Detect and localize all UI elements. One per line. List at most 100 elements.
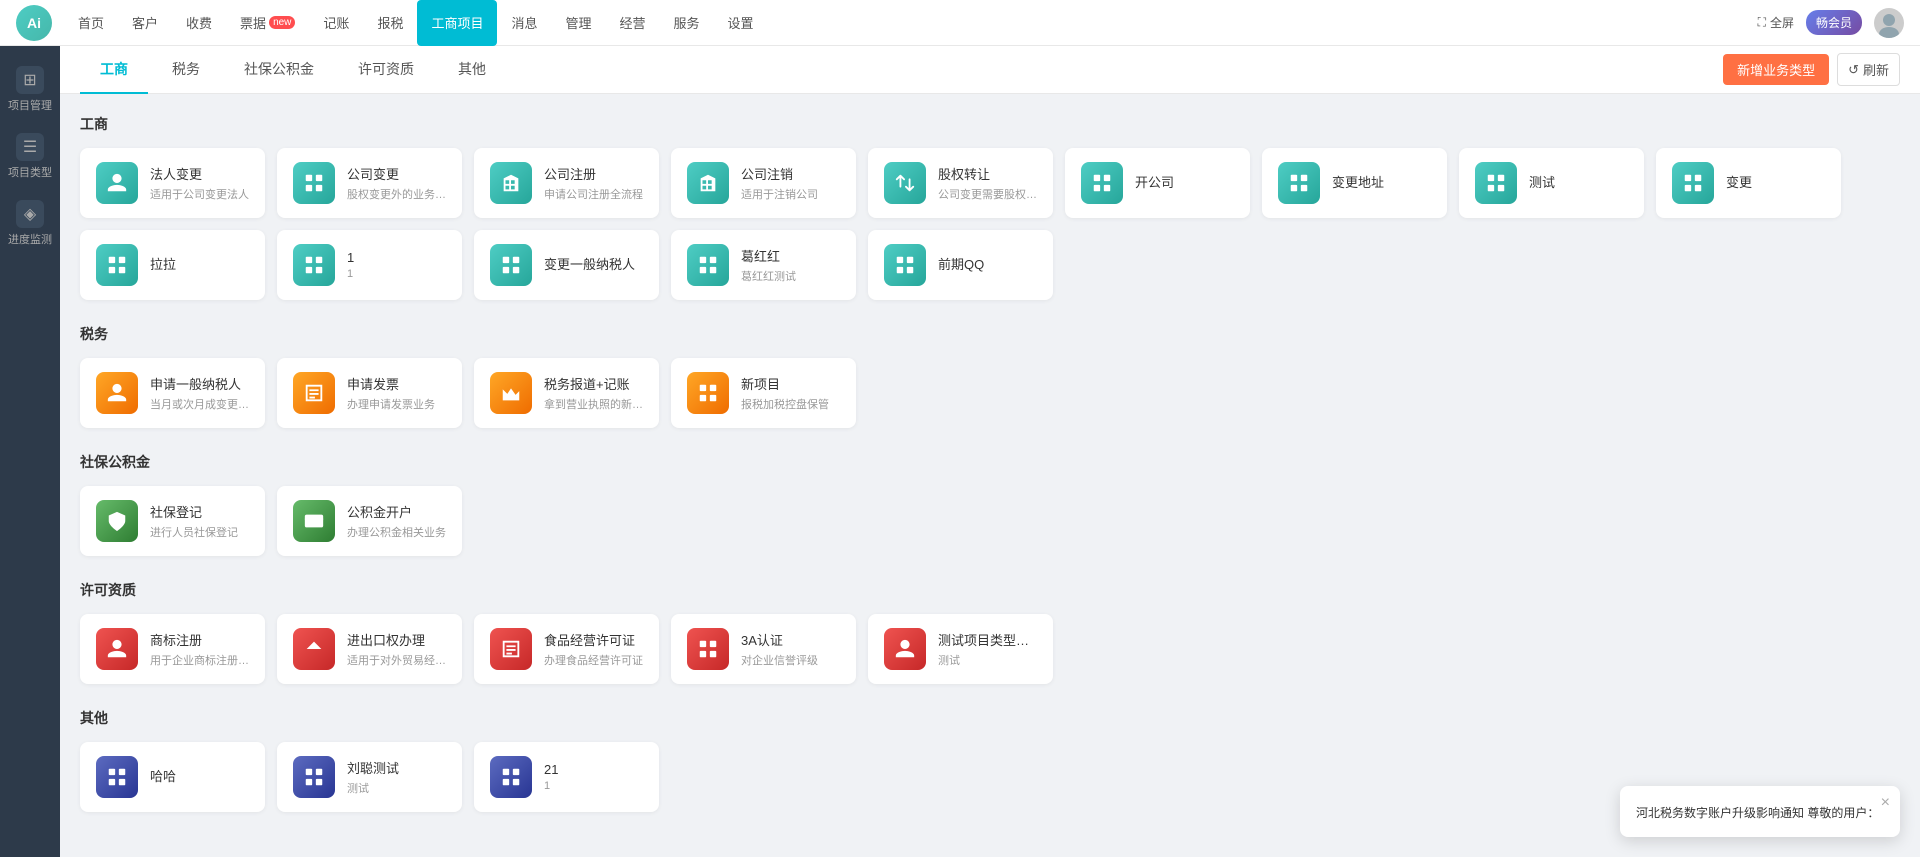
sub-nav-tabs: 工商税务社保公积金许可资质其他 xyxy=(80,46,510,94)
nav-item-工商项目[interactable]: 工商项目 xyxy=(417,0,497,46)
card-title: 葛红红 xyxy=(741,246,840,265)
card-shuiwu-1[interactable]: 申请发票 办理申请发票业务 xyxy=(277,358,462,428)
card-other-1[interactable]: 刘聪测试 测试 xyxy=(277,742,462,812)
card-info: 申请发票 办理申请发票业务 xyxy=(347,374,446,412)
nav-item-报税[interactable]: 报税 xyxy=(363,0,417,46)
card-gongshang-13[interactable]: 前期QQ xyxy=(868,230,1053,300)
nav-item-消息[interactable]: 消息 xyxy=(497,0,551,46)
card-title: 公司注销 xyxy=(741,164,840,183)
card-desc: 测试 xyxy=(938,652,1037,668)
card-zizhi-0[interactable]: 商标注册 用于企业商标注册服务 xyxy=(80,614,265,684)
card-icon xyxy=(490,628,532,670)
notification-close[interactable]: × xyxy=(1881,794,1890,812)
sidebar-icon: ☰ xyxy=(16,133,44,161)
sidebar-item-进度监测[interactable]: ◈进度监测 xyxy=(0,190,60,257)
card-title: 税务报道+记账 xyxy=(544,374,643,393)
tab-社保公积金[interactable]: 社保公积金 xyxy=(224,46,334,94)
tab-许可资质[interactable]: 许可资质 xyxy=(338,46,434,94)
card-gongshang-1[interactable]: 公司变更 股权变更外的业务变更 xyxy=(277,148,462,218)
card-title: 刘聪测试 xyxy=(347,758,446,777)
card-info: 21 1 xyxy=(544,762,643,792)
shebao-cards: 社保登记 进行人员社保登记 公积金开户 办理公积金相关业务 xyxy=(80,486,1900,556)
card-title: 变更地址 xyxy=(1332,172,1431,191)
card-gongshang-11[interactable]: 变更一般纳税人 xyxy=(474,230,659,300)
refresh-button[interactable]: ↺ 刷新 xyxy=(1837,53,1900,86)
card-icon xyxy=(1475,162,1517,204)
tab-工商[interactable]: 工商 xyxy=(80,46,148,94)
sidebar-item-项目管理[interactable]: ⊞项目管理 xyxy=(0,56,60,123)
nav-item-收费[interactable]: 收费 xyxy=(172,0,226,46)
card-info: 公司变更 股权变更外的业务变更 xyxy=(347,164,446,202)
card-icon xyxy=(490,244,532,286)
nav-item-客户[interactable]: 客户 xyxy=(118,0,172,46)
card-info: 变更一般纳税人 xyxy=(544,254,643,276)
card-info: 社保登记 进行人员社保登记 xyxy=(150,502,249,540)
card-info: 开公司 xyxy=(1135,172,1234,194)
new-type-button[interactable]: 新增业务类型 xyxy=(1723,54,1829,85)
nav-item-服务[interactable]: 服务 xyxy=(660,0,714,46)
card-gongshang-9[interactable]: 拉拉 xyxy=(80,230,265,300)
nav-item-记账[interactable]: 记账 xyxy=(309,0,363,46)
avatar[interactable] xyxy=(1874,8,1904,38)
card-icon xyxy=(490,756,532,798)
card-zizhi-4[interactable]: 测试项目类型自定义 测试 xyxy=(868,614,1053,684)
section-title-gongshang: 工商 xyxy=(80,114,1900,134)
card-desc: 办理食品经营许可证 xyxy=(544,652,643,668)
card-title: 开公司 xyxy=(1135,172,1234,191)
sidebar-item-项目类型[interactable]: ☰项目类型 xyxy=(0,123,60,190)
sidebar-icon: ⊞ xyxy=(16,66,44,94)
card-icon xyxy=(687,162,729,204)
tab-税务[interactable]: 税务 xyxy=(152,46,220,94)
card-icon xyxy=(884,162,926,204)
card-info: 拉拉 xyxy=(150,254,249,276)
card-shebao-1[interactable]: 公积金开户 办理公积金相关业务 xyxy=(277,486,462,556)
card-info: 葛红红 葛红红测试 xyxy=(741,246,840,284)
card-desc: 股权变更外的业务变更 xyxy=(347,186,446,202)
card-gongshang-2[interactable]: 公司注册 申请公司注册全流程 xyxy=(474,148,659,218)
card-icon xyxy=(96,372,138,414)
nav-item-首页[interactable]: 首页 xyxy=(64,0,118,46)
sidebar-icon: ◈ xyxy=(16,200,44,228)
sub-nav-right: 新增业务类型 ↺ 刷新 xyxy=(1723,53,1900,86)
card-gongshang-7[interactable]: 测试 xyxy=(1459,148,1644,218)
card-desc: 公司变更需要股权转让 xyxy=(938,186,1037,202)
card-other-2[interactable]: 21 1 xyxy=(474,742,659,812)
card-info: 食品经营许可证 办理食品经营许可证 xyxy=(544,630,643,668)
card-gongshang-5[interactable]: 开公司 xyxy=(1065,148,1250,218)
card-desc: 1 xyxy=(544,780,643,792)
card-other-0[interactable]: 哈哈 xyxy=(80,742,265,812)
card-gongshang-0[interactable]: 法人变更 适用于公司变更法人 xyxy=(80,148,265,218)
card-gongshang-12[interactable]: 葛红红 葛红红测试 xyxy=(671,230,856,300)
card-zizhi-1[interactable]: 进出口权办理 适用于对外贸易经营者 xyxy=(277,614,462,684)
nav-item-设置[interactable]: 设置 xyxy=(714,0,768,46)
card-zizhi-3[interactable]: 3A认证 对企业信誉评级 xyxy=(671,614,856,684)
card-icon xyxy=(293,244,335,286)
card-gongshang-4[interactable]: 股权转让 公司变更需要股权转让 xyxy=(868,148,1053,218)
fullscreen-label: 全屏 xyxy=(1770,14,1794,31)
card-gongshang-10[interactable]: 1 1 xyxy=(277,230,462,300)
card-gongshang-3[interactable]: 公司注销 适用于注销公司 xyxy=(671,148,856,218)
card-info: 公司注册 申请公司注册全流程 xyxy=(544,164,643,202)
card-zizhi-2[interactable]: 食品经营许可证 办理食品经营许可证 xyxy=(474,614,659,684)
refresh-icon: ↺ xyxy=(1848,62,1859,78)
card-shebao-0[interactable]: 社保登记 进行人员社保登记 xyxy=(80,486,265,556)
nav-item-经营[interactable]: 经营 xyxy=(606,0,660,46)
card-gongshang-8[interactable]: 变更 xyxy=(1656,148,1841,218)
fullscreen-btn[interactable]: ⛶ 全屏 xyxy=(1758,14,1794,31)
card-title: 3A认证 xyxy=(741,630,840,649)
card-shuiwu-3[interactable]: 新项目 报税加税控盘保管 xyxy=(671,358,856,428)
nav-item-票据[interactable]: 票据new xyxy=(226,0,309,46)
card-icon xyxy=(293,162,335,204)
card-desc: 用于企业商标注册服务 xyxy=(150,652,249,668)
card-shuiwu-0[interactable]: 申请一般纳税人 当月或次月成变更完成 xyxy=(80,358,265,428)
tab-其他[interactable]: 其他 xyxy=(438,46,506,94)
card-desc: 拿到营业执照的新公司 xyxy=(544,396,643,412)
vip-button[interactable]: 畅会员 xyxy=(1806,10,1862,35)
card-gongshang-6[interactable]: 变更地址 xyxy=(1262,148,1447,218)
nav-item-管理[interactable]: 管理 xyxy=(551,0,605,46)
card-desc: 申请公司注册全流程 xyxy=(544,186,643,202)
card-shuiwu-2[interactable]: 税务报道+记账 拿到营业执照的新公司 xyxy=(474,358,659,428)
card-title: 新项目 xyxy=(741,374,840,393)
card-icon xyxy=(293,756,335,798)
card-icon xyxy=(293,628,335,670)
